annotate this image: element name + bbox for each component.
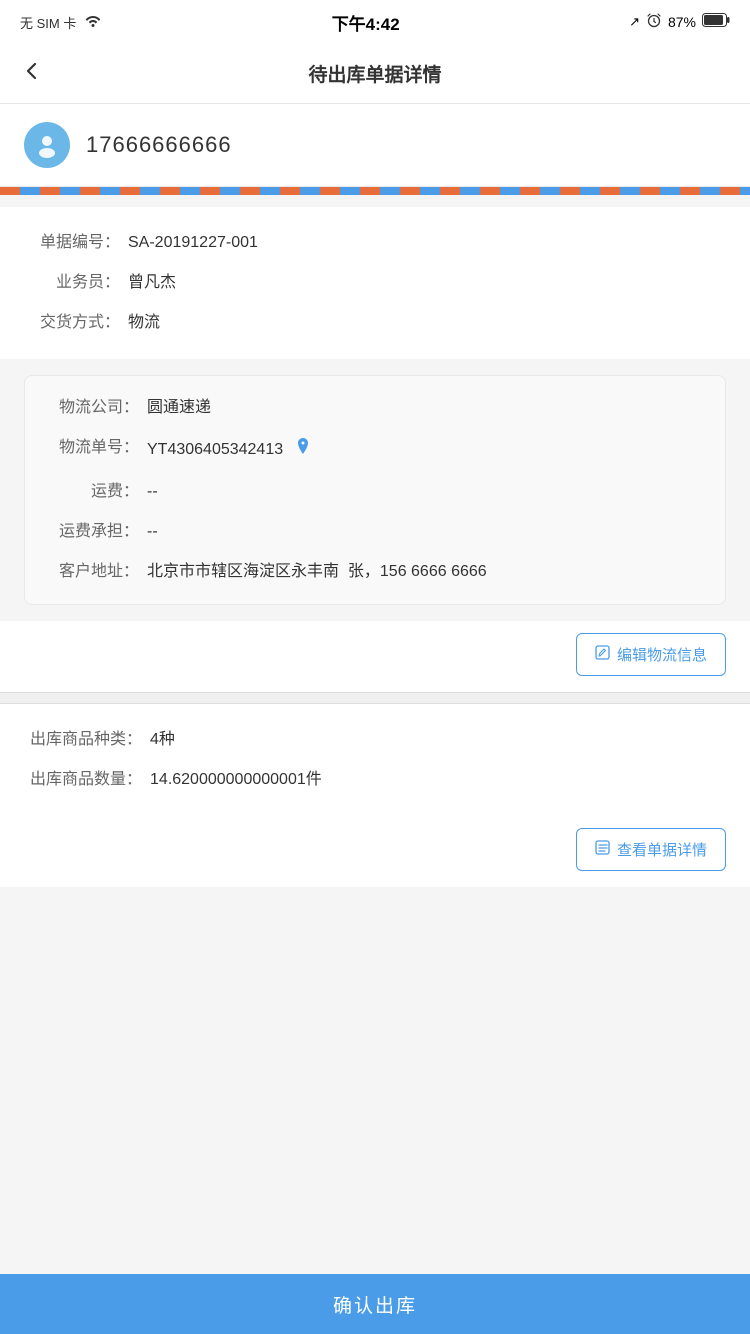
no-sim-icon: 无 SIM 卡: [20, 13, 76, 32]
order-info-section: 单据编号： SA-20191227-001 业务员： 曾凡杰 交货方式： 物流: [0, 207, 750, 359]
logistics-freight-value: --: [147, 480, 701, 504]
goods-types-row: 出库商品种类： 4种: [30, 728, 720, 752]
logistics-card: 物流公司： 圆通速递 物流单号： YT43064053424​13 运费： --…: [24, 375, 726, 605]
goods-types-label: 出库商品种类：: [30, 728, 142, 752]
edit-btn-container: 编辑物流信息: [0, 621, 750, 692]
status-bar: 无 SIM 卡 下午4:42 ↗ 87%: [0, 0, 750, 44]
page-title: 待出库单据详情: [308, 60, 441, 87]
confirm-btn-label: 确认出库: [333, 1291, 417, 1318]
track-location-icon[interactable]: [293, 436, 313, 464]
view-detail-label: 查看单据详情: [617, 839, 707, 860]
battery-icon: [702, 13, 730, 31]
sales-person-row: 业务员： 曾凡杰: [30, 271, 720, 295]
battery-text: 87%: [668, 14, 696, 30]
view-detail-button[interactable]: 查看单据详情: [576, 828, 726, 871]
edit-logistics-label: 编辑物流信息: [617, 644, 707, 665]
logistics-tracking-value: YT43064053424​13: [147, 436, 701, 464]
logistics-address-label: 客户地址：: [49, 560, 139, 584]
logistics-company-row: 物流公司： 圆通速递: [49, 396, 701, 420]
logistics-tracking-label: 物流单号：: [49, 436, 139, 460]
user-phone: 17666666666: [86, 132, 232, 158]
wifi-icon: [84, 13, 102, 31]
sales-person-label: 业务员：: [30, 271, 120, 295]
location-arrow-icon: ↗: [629, 14, 640, 30]
delivery-method-row: 交货方式： 物流: [30, 311, 720, 335]
order-number-value: SA-20191227-001: [128, 231, 720, 255]
back-button[interactable]: [20, 59, 44, 89]
logistics-company-value: 圆通速递: [147, 396, 701, 420]
confirm-button-bar[interactable]: 确认出库: [0, 1274, 750, 1334]
status-time: 下午4:42: [332, 10, 400, 35]
edit-icon: [595, 645, 611, 665]
goods-types-value: 4种: [150, 728, 720, 752]
nav-bar: 待出库单据详情: [0, 44, 750, 104]
delivery-method-value: 物流: [128, 311, 720, 335]
section-divider: [0, 692, 750, 704]
delivery-method-label: 交货方式：: [30, 311, 120, 335]
avatar: [24, 122, 70, 168]
logistics-freight-row: 运费： --: [49, 480, 701, 504]
goods-quantity-row: 出库商品数量： 14.620000000000001件: [30, 768, 720, 792]
logistics-freight-label: 运费：: [49, 480, 139, 504]
status-left: 无 SIM 卡: [20, 13, 102, 32]
logistics-address-value: 北京市市辖区海淀区永丰南 张，156 6666 6666: [147, 560, 701, 584]
dashed-divider: [0, 187, 750, 195]
spacer: [0, 887, 750, 1187]
goods-section: 出库商品种类： 4种 出库商品数量： 14.620000000000001件: [0, 704, 750, 816]
logistics-freight-bearer-row: 运费承担： --: [49, 520, 701, 544]
logistics-freight-bearer-label: 运费承担：: [49, 520, 139, 544]
list-icon: [595, 840, 611, 860]
logistics-address-row: 客户地址： 北京市市辖区海淀区永丰南 张，156 6666 6666: [49, 560, 701, 584]
goods-quantity-label: 出库商品数量：: [30, 768, 142, 792]
view-btn-container: 查看单据详情: [0, 816, 750, 887]
logistics-tracking-row: 物流单号： YT43064053424​13: [49, 436, 701, 464]
order-number-row: 单据编号： SA-20191227-001: [30, 231, 720, 255]
goods-quantity-value: 14.620000000000001件: [150, 768, 720, 792]
user-header: 17666666666: [0, 104, 750, 187]
edit-logistics-button[interactable]: 编辑物流信息: [576, 633, 726, 676]
sales-person-value: 曾凡杰: [128, 271, 720, 295]
order-number-label: 单据编号：: [30, 231, 120, 255]
status-right: ↗ 87%: [629, 12, 730, 32]
logistics-company-label: 物流公司：: [49, 396, 139, 420]
alarm-icon: [646, 12, 662, 32]
logistics-freight-bearer-value: --: [147, 520, 701, 544]
